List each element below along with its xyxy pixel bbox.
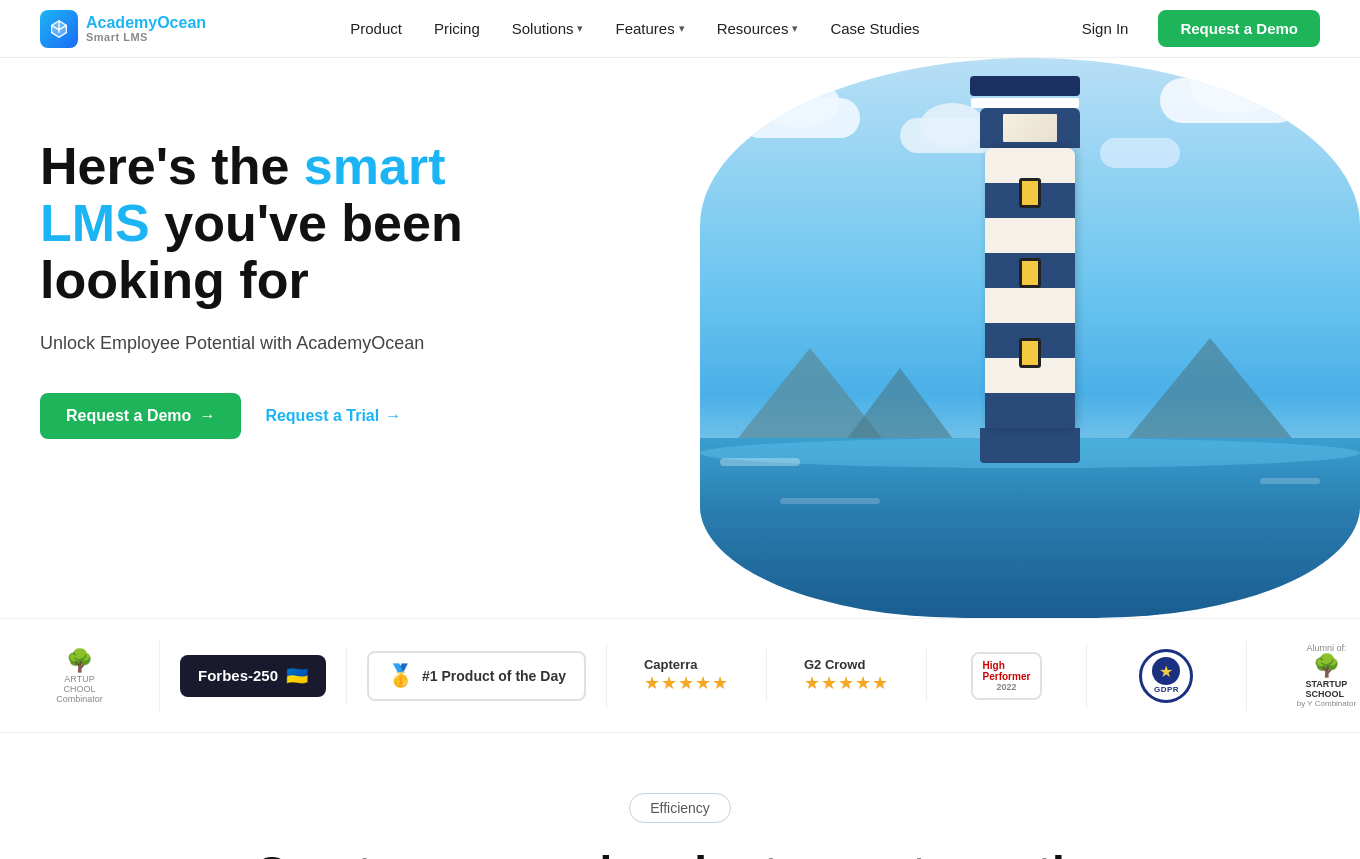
nav-pricing[interactable]: Pricing (420, 12, 494, 45)
g2crowd-label: G2 Crowd (804, 657, 865, 672)
startup-school-name: STARTUPSCHOOL (1306, 679, 1348, 699)
medal-icon: 🥇 (387, 663, 414, 689)
request-trial-link[interactable]: Request a Trial → (265, 407, 401, 425)
nav-product[interactable]: Product (336, 12, 416, 45)
hero-cta-group: Request a Demo → Request a Trial → (40, 393, 520, 439)
g2crowd-rating: G2 Crowd ★★★★★ (804, 657, 889, 694)
tree-icon: 🌳 (66, 648, 93, 674)
lighthouse-base (980, 428, 1080, 463)
logo-text: AcademyOcean Smart LMS (86, 14, 206, 44)
forbes-label-left: Forbes-250 (198, 667, 278, 684)
navbar: AcademyOcean Smart LMS Product Pricing S… (0, 0, 1360, 58)
lighthouse-window-2 (1019, 258, 1041, 288)
nav-case-studies[interactable]: Case Studies (816, 12, 933, 45)
cloud-3-puff (1190, 58, 1280, 113)
lighthouse-body (985, 148, 1075, 428)
startup-school-by: by Y Combinator (1297, 699, 1356, 708)
lighthouse-window-1 (1019, 178, 1041, 208)
badge-gdpr: ★ GDPR (1087, 641, 1247, 711)
chevron-down-icon: ▾ (577, 22, 583, 35)
nav-features[interactable]: Features ▾ (601, 12, 698, 45)
eu-stars-icon: ★ (1159, 662, 1173, 681)
gdpr-label: GDPR (1154, 685, 1179, 694)
lighthouse (985, 76, 1075, 463)
product-of-day-badge: 🥇 #1 Product of the Day (367, 651, 586, 701)
logo-svg (48, 18, 70, 40)
badge-startup-school-left: 🌳 ARTUPCHOOLCombinator (0, 640, 160, 712)
efficiency-title: Create courses in minutes, not months (40, 847, 1320, 859)
request-demo-nav-button[interactable]: Request a Demo (1158, 10, 1320, 47)
badge-product-of-day: 🥇 #1 Product of the Day (347, 643, 607, 709)
hero-section: Here's the smart LMS you've been looking… (0, 58, 1360, 618)
lighthouse-light-room (980, 108, 1080, 148)
lighthouse-cap (970, 76, 1080, 96)
lighthouse-light (1000, 111, 1060, 145)
badges-strip: 🌳 ARTUPCHOOLCombinator Forbes-250 🇺🇦 🥇 #… (0, 618, 1360, 733)
startup-school-label-left: ARTUPCHOOLCombinator (56, 674, 103, 704)
tree-icon-right: 🌳 (1313, 653, 1340, 679)
lighthouse-window-3 (1019, 338, 1041, 368)
sign-in-button[interactable]: Sign In (1064, 12, 1147, 45)
request-demo-hero-button[interactable]: Request a Demo → (40, 393, 241, 439)
high-performer-year: 2022 (996, 682, 1016, 692)
badge-startup-school-right: Alumni of: 🌳 STARTUPSCHOOL by Y Combinat… (1247, 635, 1360, 716)
hero-subtext: Unlock Employee Potential with AcademyOc… (40, 330, 520, 357)
efficiency-section: Efficiency Create courses in minutes, no… (0, 733, 1360, 859)
hero-illustration (520, 118, 1320, 618)
high-performer-label: HighPerformer (983, 660, 1031, 682)
logo-name: AcademyOcean (86, 14, 206, 32)
lighthouse-scene (700, 58, 1360, 618)
logo-tagline: Smart LMS (86, 31, 206, 43)
logo-icon (40, 10, 78, 48)
wave-1 (720, 458, 800, 466)
arrow-right-icon: → (199, 407, 215, 425)
capterra-stars: ★★★★★ (644, 672, 729, 694)
g2crowd-stars: ★★★★★ (804, 672, 889, 694)
gdpr-content: ★ GDPR (1152, 657, 1180, 694)
gdpr-circle: ★ (1152, 657, 1180, 685)
nav-solutions[interactable]: Solutions ▾ (498, 12, 598, 45)
efficiency-tag: Efficiency (629, 793, 731, 823)
mountain-right (1120, 338, 1300, 448)
ukraine-flag-icon: 🇺🇦 (286, 665, 308, 687)
capterra-label: Capterra (644, 657, 697, 672)
startup-school-logo-left: 🌳 ARTUPCHOOLCombinator (56, 648, 103, 704)
chevron-down-icon: ▾ (679, 22, 685, 35)
ocean (700, 438, 1360, 618)
cloud-4 (1100, 138, 1180, 168)
mountain-mid (840, 368, 960, 448)
startup-school-alumni: Alumni of: (1306, 643, 1346, 653)
wave-3 (780, 498, 880, 504)
high-performer-badge: HighPerformer 2022 (971, 652, 1043, 700)
cloud-1-puff (760, 78, 840, 128)
gdpr-badge: ★ GDPR (1139, 649, 1193, 703)
nav-resources[interactable]: Resources ▾ (703, 12, 813, 45)
nav-links: Product Pricing Solutions ▾ Features ▾ R… (336, 12, 933, 45)
badge-g2crowd: G2 Crowd ★★★★★ (767, 649, 927, 702)
forbes-badge-left: Forbes-250 🇺🇦 (180, 655, 326, 697)
hero-headline: Here's the smart LMS you've been looking… (40, 138, 520, 310)
capterra-rating: Capterra ★★★★★ (644, 657, 729, 694)
lighthouse-rail (971, 98, 1079, 108)
chevron-down-icon: ▾ (792, 22, 798, 35)
cloud-2-puff (920, 103, 985, 148)
badge-high-performer: HighPerformer 2022 (927, 644, 1087, 708)
arrow-right-icon: → (385, 407, 401, 425)
hero-content: Here's the smart LMS you've been looking… (40, 118, 520, 439)
sky-background (700, 58, 1360, 618)
badge-forbes-left: Forbes-250 🇺🇦 (160, 647, 347, 705)
logo[interactable]: AcademyOcean Smart LMS (40, 10, 206, 48)
wave-2 (1260, 478, 1320, 484)
badge-capterra: Capterra ★★★★★ (607, 649, 767, 702)
startup-school-logo-right: Alumni of: 🌳 STARTUPSCHOOL by Y Combinat… (1297, 643, 1356, 708)
nav-actions: Sign In Request a Demo (1064, 10, 1320, 47)
product-of-day-label: #1 Product of the Day (422, 668, 566, 684)
